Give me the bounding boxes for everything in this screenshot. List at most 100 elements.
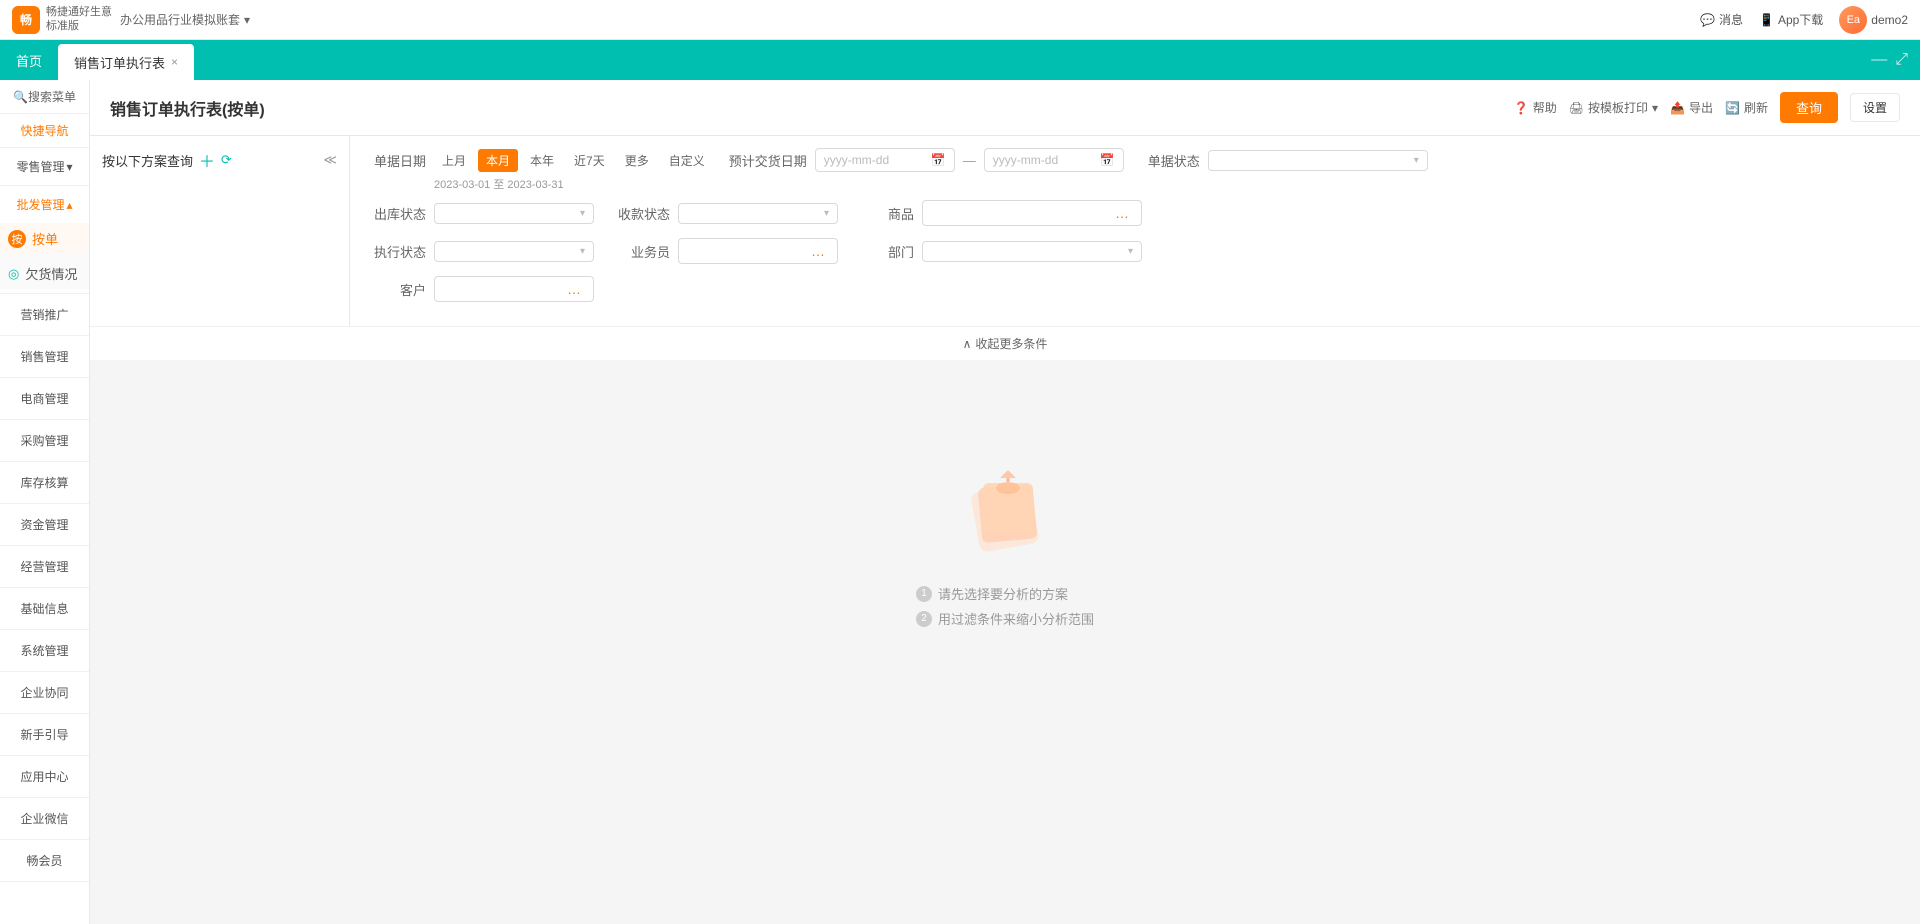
sidebar-item-inventory[interactable]: 库存核算 xyxy=(0,462,89,504)
sidebar-group-wholesale: 批发管理 ▴ 按 按单 ◎ 欠货情况 xyxy=(0,186,89,294)
sidebar-item-guide[interactable]: 新手引导 xyxy=(0,714,89,756)
sidebar-item-finance[interactable]: 资金管理 xyxy=(0,504,89,546)
out-status-select[interactable]: ▾ xyxy=(434,203,594,224)
exec-status-select[interactable]: ▾ xyxy=(434,241,594,262)
expected-date-end[interactable]: yyyy-mm-dd 📅 xyxy=(984,148,1124,172)
sidebar-sub-item-shortage[interactable]: ◎ 欠货情况 xyxy=(0,258,89,289)
sidebar-item-wholesale-arrow: ▴ xyxy=(66,198,72,212)
message-button[interactable]: 💬 消息 xyxy=(1700,11,1743,28)
customer-input[interactable]: … xyxy=(434,276,594,302)
filter-add-icon[interactable]: ＋ xyxy=(199,148,215,172)
search-icon: 🔍 xyxy=(13,90,28,104)
user-area[interactable]: Ea demo2 xyxy=(1839,6,1908,34)
sidebar: 🔍 搜索菜单 快捷导航 零售管理 ▾ 批发管理 ▴ 按 按单 ◎ xyxy=(0,80,90,924)
date-tab-lastmonth[interactable]: 上月 xyxy=(434,149,474,172)
sidebar-item-app[interactable]: 应用中心 xyxy=(0,756,89,798)
sidebar-sub-item-order[interactable]: 按 按单 xyxy=(0,223,89,254)
tip-num-1: 1 xyxy=(916,586,932,602)
out-status-arrow-icon: ▾ xyxy=(580,208,585,219)
settings-button[interactable]: 设置 xyxy=(1850,93,1900,122)
filter-row-2: 出库状态 ▾ 收款状态 ▾ xyxy=(366,200,1904,226)
tab-sales-exec[interactable]: 销售订单执行表 × xyxy=(58,44,194,80)
sidebar-item-operations[interactable]: 经营管理 xyxy=(0,546,89,588)
date-tabs: 上月 本月 本年 近7天 更多 自定义 xyxy=(434,149,713,172)
filter-field-expected-date: 预计交货日期 yyyy-mm-dd 📅 — yyyy-mm-dd 📅 xyxy=(729,148,1124,172)
filter-field-dept: 部门 ▾ xyxy=(854,241,1142,262)
export-label: 导出 xyxy=(1689,99,1713,116)
exec-status-label: 执行状态 xyxy=(366,242,426,261)
empty-tips: 1 请先选择要分析的方案 2 用过滤条件来缩小分析范围 xyxy=(916,584,1094,634)
recv-status-label: 收款状态 xyxy=(610,204,670,223)
refresh-button[interactable]: 🔄 刷新 xyxy=(1725,99,1768,116)
expected-date-placeholder: yyyy-mm-dd xyxy=(824,153,889,167)
recv-status-select[interactable]: ▾ xyxy=(678,203,838,224)
tab-collapse-icon[interactable]: — xyxy=(1871,51,1887,69)
sidebar-item-enterprise[interactable]: 企业协同 xyxy=(0,672,89,714)
tab-home[interactable]: 首页 xyxy=(0,40,58,80)
filter-section: 按以下方案查询 ＋ ⟳ ≪ 单据日期 上月 本月 xyxy=(90,136,1920,360)
export-icon: 📤 xyxy=(1670,101,1685,115)
filter-field-salesperson: 业务员 … xyxy=(610,238,838,264)
sidebar-item-system[interactable]: 系统管理 xyxy=(0,630,89,672)
print-label: 按模板打印 xyxy=(1588,99,1648,116)
out-status-label: 出库状态 xyxy=(366,204,426,223)
logo-text: 畅捷通好生意 标准版 xyxy=(46,6,112,32)
filter-refresh-icon[interactable]: ⟳ xyxy=(221,152,232,168)
sidebar-item-basics[interactable]: 基础信息 xyxy=(0,588,89,630)
sidebar-quick-nav[interactable]: 快捷导航 xyxy=(0,114,89,148)
breadcrumb[interactable]: 办公用品行业模拟账套 ▾ xyxy=(120,11,250,28)
app-download-button[interactable]: 📱 App下载 xyxy=(1759,11,1823,28)
dept-arrow-icon: ▾ xyxy=(1128,246,1133,257)
filter-field-date: 单据日期 上月 本月 本年 近7天 更多 自定义 xyxy=(366,149,713,172)
tab-close-icon[interactable]: × xyxy=(171,55,178,69)
filter-field-recv-status: 收款状态 ▾ xyxy=(610,203,838,224)
sidebar-item-sales[interactable]: 销售管理 xyxy=(0,336,89,378)
help-button[interactable]: ❓ 帮助 xyxy=(1514,99,1557,116)
collapse-more-button[interactable]: ∧ 收起更多条件 xyxy=(90,326,1920,360)
sidebar-sub-wholesale: 按 按单 ◎ 欠货情况 xyxy=(0,223,89,289)
sidebar-item-ecommerce[interactable]: 电商管理 xyxy=(0,378,89,420)
breadcrumb-text: 办公用品行业模拟账套 xyxy=(120,11,240,28)
filter-field-exec-status: 执行状态 ▾ xyxy=(366,241,594,262)
export-button[interactable]: 📤 导出 xyxy=(1670,99,1713,116)
sidebar-item-purchase[interactable]: 采购管理 xyxy=(0,420,89,462)
app-download-label: App下载 xyxy=(1778,11,1823,28)
customer-label: 客户 xyxy=(366,280,426,299)
sidebar-group-retail: 零售管理 ▾ xyxy=(0,148,89,186)
help-label: 帮助 xyxy=(1533,99,1557,116)
customer-ellipsis-icon[interactable]: … xyxy=(563,281,585,297)
print-button[interactable]: 🖨 按模板打印 ▾ xyxy=(1569,99,1658,116)
salesperson-ellipsis-icon[interactable]: … xyxy=(807,243,829,259)
print-arrow-icon: ▾ xyxy=(1652,101,1658,115)
date-tab-custom[interactable]: 自定义 xyxy=(661,149,713,172)
sidebar-item-retail[interactable]: 零售管理 ▾ xyxy=(0,148,89,185)
date-separator: — xyxy=(963,153,976,168)
message-label: 消息 xyxy=(1719,11,1743,28)
sidebar-item-member[interactable]: 畅会员 xyxy=(0,840,89,882)
date-tab-thismonth[interactable]: 本月 xyxy=(478,149,518,172)
filter-left-title: 按以下方案查询 xyxy=(102,151,193,170)
doc-status-select[interactable]: ▾ xyxy=(1208,150,1428,171)
salesperson-input[interactable]: … xyxy=(678,238,838,264)
filter-field-doc-status: 单据状态 ▾ xyxy=(1140,150,1428,171)
tab-home-label: 首页 xyxy=(16,51,42,70)
sidebar-item-wholesale-label: 批发管理 xyxy=(16,196,64,213)
filter-left: 按以下方案查询 ＋ ⟳ ≪ xyxy=(90,136,350,326)
query-button[interactable]: 查询 xyxy=(1780,92,1838,123)
date-tab-thisyear[interactable]: 本年 xyxy=(522,149,562,172)
sidebar-search[interactable]: 🔍 搜索菜单 xyxy=(0,80,89,114)
sidebar-item-weixin[interactable]: 企业微信 xyxy=(0,798,89,840)
tab-maximize-icon[interactable]: ⤢ xyxy=(1895,51,1908,69)
logo-icon: 畅 xyxy=(12,6,40,34)
date-tab-more[interactable]: 更多 xyxy=(617,149,657,172)
salesperson-label: 业务员 xyxy=(610,242,670,261)
expected-date-start[interactable]: yyyy-mm-dd 📅 xyxy=(815,148,955,172)
goods-input[interactable]: … xyxy=(922,200,1142,226)
filter-collapse-icon[interactable]: ≪ xyxy=(323,152,337,168)
sidebar-item-marketing[interactable]: 营销推广 xyxy=(0,294,89,336)
page-header: 销售订单执行表(按单) ❓ 帮助 🖨 按模板打印 ▾ 📤 导出 🔄 刷新 xyxy=(90,80,1920,136)
date-tab-7days[interactable]: 近7天 xyxy=(566,149,613,172)
dept-select[interactable]: ▾ xyxy=(922,241,1142,262)
sidebar-item-wholesale[interactable]: 批发管理 ▴ xyxy=(0,186,89,223)
goods-ellipsis-icon[interactable]: … xyxy=(1111,205,1133,221)
